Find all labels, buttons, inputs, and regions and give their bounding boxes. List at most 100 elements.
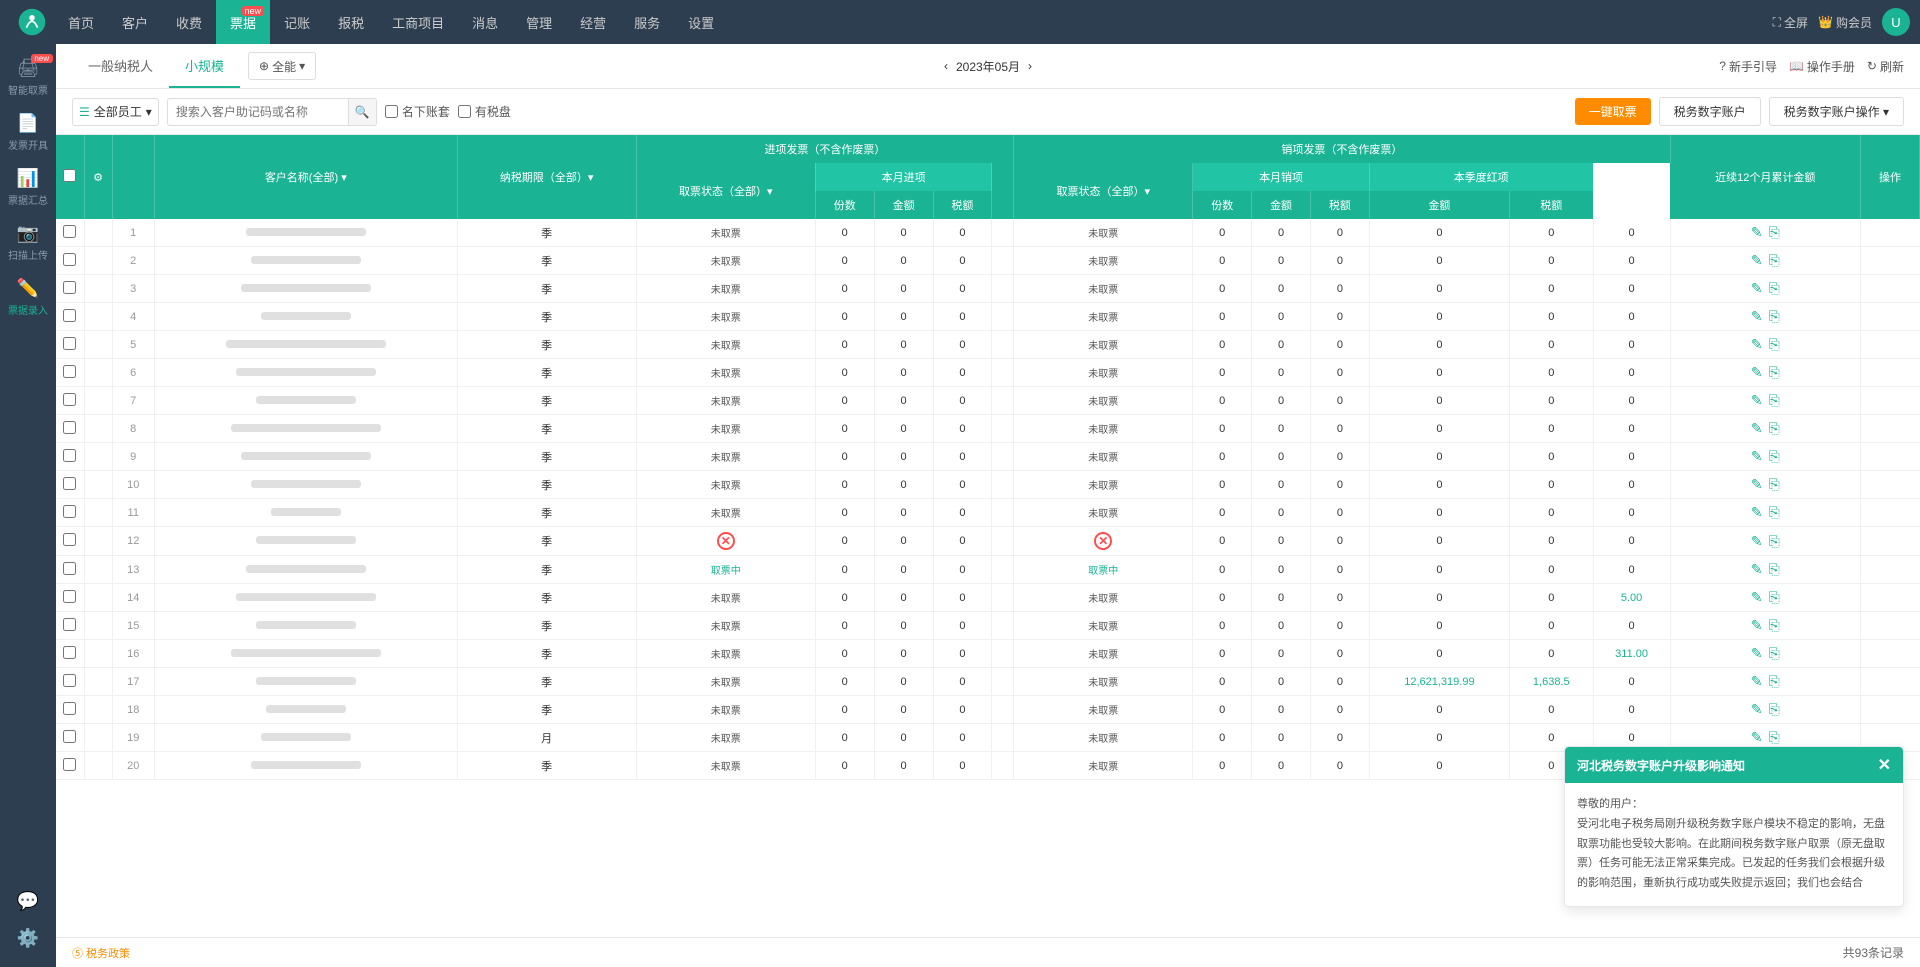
one-key-ticket-btn[interactable]: 一键取票 [1575,98,1651,125]
tab-all-scope[interactable]: ⊕ 全能 ▾ [248,52,316,80]
row-checkbox[interactable] [63,730,76,743]
copy-icon[interactable]: ⎘ [1769,336,1780,353]
sidebar-item-scan-upload[interactable]: 📷 扫描上传 [2,217,54,268]
row-checkbox[interactable] [63,562,76,575]
sidebar-item-invoice-open[interactable]: 📄 发票开具 [2,107,54,158]
th-fetch-status-out2[interactable]: 取票状态（全部）▾ [1014,163,1193,219]
sidebar-message[interactable]: 💬 [2,885,54,918]
edit-icon[interactable]: ✎ [1751,589,1763,606]
edit-icon[interactable]: ✎ [1751,645,1763,662]
date-next-btn[interactable]: › [1028,59,1032,73]
th-fetch-status-in[interactable]: 取票状态（全部）▾ [636,163,815,219]
edit-icon[interactable]: ✎ [1751,504,1763,521]
manual-btn[interactable]: 📖 操作手册 [1789,58,1855,75]
edit-icon[interactable]: ✎ [1751,729,1763,746]
copy-icon[interactable]: ⎘ [1769,392,1780,409]
date-prev-btn[interactable]: ‹ [944,59,948,73]
copy-icon[interactable]: ⎘ [1769,364,1780,381]
edit-icon[interactable]: ✎ [1751,617,1763,634]
copy-icon[interactable]: ⎘ [1769,476,1780,493]
copy-icon[interactable]: ⎘ [1769,561,1780,578]
row-checkbox[interactable] [63,646,76,659]
edit-icon[interactable]: ✎ [1751,673,1763,690]
edit-icon[interactable]: ✎ [1751,420,1763,437]
row-checkbox[interactable] [63,758,76,771]
copy-icon[interactable]: ⎘ [1769,729,1780,746]
copy-icon[interactable]: ⎘ [1769,280,1780,297]
copy-icon[interactable]: ⎘ [1769,308,1780,325]
tax-disk-checkbox-label[interactable]: 有税盘 [458,103,511,120]
tab-general-tax[interactable]: 一般纳税人 [72,44,169,88]
employee-filter-group[interactable]: ☰ 全部员工 ▾ [72,98,159,126]
th-tax-period[interactable]: 纳税期限（全部）▾ [457,135,636,219]
row-checkbox[interactable] [63,674,76,687]
sidebar-item-invoice-summary[interactable]: 📊 票据汇总 [2,162,54,213]
edit-icon[interactable]: ✎ [1751,476,1763,493]
row-checkbox[interactable] [63,309,76,322]
select-all-checkbox[interactable] [63,169,76,182]
nav-tax[interactable]: 报税 [324,0,378,44]
refresh-btn[interactable]: ↻ 刷新 [1867,58,1904,75]
ledger-checkbox[interactable] [385,105,398,118]
edit-icon[interactable]: ✎ [1751,533,1763,550]
row-checkbox[interactable] [63,590,76,603]
member-btn[interactable]: 👑 购会员 [1818,14,1872,31]
search-input[interactable] [168,105,348,119]
row-checkbox[interactable] [63,281,76,294]
nav-service[interactable]: 服务 [620,0,674,44]
row-checkbox[interactable] [63,393,76,406]
row-checkbox[interactable] [63,505,76,518]
row-checkbox[interactable] [63,421,76,434]
edit-icon[interactable]: ✎ [1751,701,1763,718]
sidebar-settings[interactable]: ⚙️ [2,922,54,955]
nav-commerce[interactable]: 工商项目 [378,0,458,44]
search-button[interactable]: 🔍 [348,98,376,126]
nav-fee[interactable]: 收费 [162,0,216,44]
tax-disk-checkbox[interactable] [458,105,471,118]
sidebar-item-smart-ticket[interactable]: 🖨 智能取票 new [2,52,54,103]
copy-icon[interactable]: ⎘ [1769,617,1780,634]
nav-operation[interactable]: 经营 [566,0,620,44]
row-checkbox[interactable] [63,533,76,546]
copy-icon[interactable]: ⎘ [1769,673,1780,690]
edit-icon[interactable]: ✎ [1751,336,1763,353]
copy-icon[interactable]: ⎘ [1769,645,1780,662]
nav-home[interactable]: 首页 [54,0,108,44]
new-guide-btn[interactable]: ? 新手引导 [1719,58,1777,75]
row-checkbox[interactable] [63,365,76,378]
edit-icon[interactable]: ✎ [1751,364,1763,381]
copy-icon[interactable]: ⎘ [1769,533,1780,550]
edit-icon[interactable]: ✎ [1751,224,1763,241]
tab-small-scale[interactable]: 小规模 [169,44,240,88]
row-checkbox[interactable] [63,253,76,266]
copy-icon[interactable]: ⎘ [1769,448,1780,465]
edit-icon[interactable]: ✎ [1751,448,1763,465]
nav-invoice[interactable]: 票据 new [216,0,270,44]
row-checkbox[interactable] [63,225,76,238]
edit-icon[interactable]: ✎ [1751,280,1763,297]
tax-digital-btn[interactable]: 税务数字账户 [1659,97,1761,126]
sidebar-item-invoice-entry[interactable]: ✏️ 票据录入 [2,272,54,323]
user-avatar[interactable]: U [1882,8,1910,36]
copy-icon[interactable]: ⎘ [1769,252,1780,269]
nav-accounting[interactable]: 记账 [270,0,324,44]
row-checkbox[interactable] [63,337,76,350]
copy-icon[interactable]: ⎘ [1769,589,1780,606]
copy-icon[interactable]: ⎘ [1769,701,1780,718]
row-checkbox[interactable] [63,702,76,715]
row-checkbox[interactable] [63,449,76,462]
fullscreen-btn[interactable]: ⛶ 全屏 [1773,14,1808,31]
tax-digital-ops-btn[interactable]: 税务数字账户操作 ▾ [1769,97,1904,126]
edit-icon[interactable]: ✎ [1751,392,1763,409]
nav-settings[interactable]: 设置 [674,0,728,44]
nav-message[interactable]: 消息 [458,0,512,44]
th-fetch-status-out[interactable] [992,163,1014,219]
copy-icon[interactable]: ⎘ [1769,420,1780,437]
notification-close-btn[interactable]: ✕ [1878,755,1891,775]
nav-client[interactable]: 客户 [108,0,162,44]
tax-policy-link[interactable]: ⑤ 税务政策 [72,945,130,961]
row-checkbox[interactable] [63,477,76,490]
edit-icon[interactable]: ✎ [1751,252,1763,269]
ledger-checkbox-label[interactable]: 名下账套 [385,103,450,120]
copy-icon[interactable]: ⎘ [1769,504,1780,521]
